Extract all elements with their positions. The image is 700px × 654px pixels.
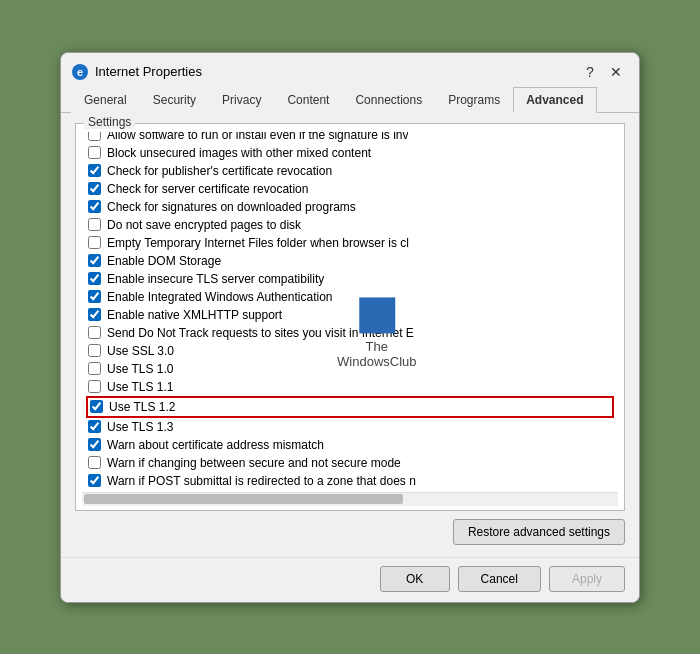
setting-checkbox[interactable]	[88, 132, 101, 142]
setting-item: Allow software to run or install even if…	[86, 132, 614, 144]
setting-label: Enable Integrated Windows Authentication	[107, 290, 332, 304]
setting-label: Use TLS 1.0	[107, 362, 173, 376]
setting-checkbox[interactable]	[88, 344, 101, 357]
setting-item: Warn about certificate address mismatch	[86, 436, 614, 454]
setting-checkbox[interactable]	[88, 146, 101, 159]
dialog-title: Internet Properties	[95, 64, 579, 79]
tab-content[interactable]: Content	[274, 87, 342, 113]
setting-checkbox[interactable]	[88, 182, 101, 195]
setting-item: Enable insecure TLS server compatibility	[86, 270, 614, 288]
setting-label: Warn about certificate address mismatch	[107, 438, 324, 452]
tab-connections[interactable]: Connections	[342, 87, 435, 113]
title-bar: e Internet Properties ? ✕	[61, 53, 639, 87]
setting-checkbox[interactable]	[88, 164, 101, 177]
setting-label: Check for publisher's certificate revoca…	[107, 164, 332, 178]
setting-item: Check for signatures on downloaded progr…	[86, 198, 614, 216]
tab-security[interactable]: Security	[140, 87, 209, 113]
setting-checkbox[interactable]	[88, 474, 101, 487]
internet-properties-dialog: e Internet Properties ? ✕ General Securi…	[60, 52, 640, 603]
setting-label: Use TLS 1.3	[107, 420, 173, 434]
setting-label: Send Do Not Track requests to sites you …	[107, 326, 414, 340]
setting-item: Send Do Not Track requests to sites you …	[86, 324, 614, 342]
tab-content-area: Settings Allow active content to run in …	[61, 113, 639, 557]
help-button[interactable]: ?	[579, 61, 601, 83]
settings-list[interactable]: Allow active content to run in files on …	[82, 132, 618, 492]
setting-checkbox[interactable]	[88, 326, 101, 339]
settings-group: Settings Allow active content to run in …	[75, 123, 625, 511]
setting-item: Check for publisher's certificate revoca…	[86, 162, 614, 180]
setting-checkbox[interactable]	[88, 308, 101, 321]
setting-checkbox[interactable]	[88, 290, 101, 303]
setting-item: Warn if changing between secure and not …	[86, 454, 614, 472]
setting-label: Use SSL 3.0	[107, 344, 174, 358]
svg-text:e: e	[77, 66, 83, 78]
setting-checkbox[interactable]	[88, 254, 101, 267]
setting-label: Use TLS 1.1	[107, 380, 173, 394]
setting-checkbox[interactable]	[90, 400, 103, 413]
setting-checkbox[interactable]	[88, 420, 101, 433]
setting-label: Empty Temporary Internet Files folder wh…	[107, 236, 409, 250]
cancel-button[interactable]: Cancel	[458, 566, 541, 592]
setting-label: Warn if changing between secure and not …	[107, 456, 401, 470]
setting-item: Block unsecured images with other mixed …	[86, 144, 614, 162]
setting-item: Enable Integrated Windows Authentication	[86, 288, 614, 306]
settings-legend: Settings	[84, 115, 135, 129]
setting-item: Empty Temporary Internet Files folder wh…	[86, 234, 614, 252]
setting-checkbox[interactable]	[88, 272, 101, 285]
setting-checkbox[interactable]	[88, 380, 101, 393]
setting-item: Check for server certificate revocation	[86, 180, 614, 198]
setting-item: Enable native XMLHTTP support	[86, 306, 614, 324]
setting-checkbox[interactable]	[88, 362, 101, 375]
setting-checkbox[interactable]	[88, 236, 101, 249]
setting-label: Do not save encrypted pages to disk	[107, 218, 301, 232]
tab-privacy[interactable]: Privacy	[209, 87, 274, 113]
setting-checkbox[interactable]	[88, 200, 101, 213]
ok-button[interactable]: OK	[380, 566, 450, 592]
setting-label: Enable DOM Storage	[107, 254, 221, 268]
setting-label: Warn if POST submittal is redirected to …	[107, 474, 416, 488]
setting-item: Enable DOM Storage	[86, 252, 614, 270]
setting-item: Use SSL 3.0	[86, 342, 614, 360]
setting-label: Allow software to run or install even if…	[107, 132, 408, 142]
restore-advanced-button[interactable]: Restore advanced settings	[453, 519, 625, 545]
setting-item: Use TLS 1.0	[86, 360, 614, 378]
close-button[interactable]: ✕	[605, 61, 627, 83]
settings-list-wrapper: Allow active content to run in files on …	[82, 132, 618, 506]
setting-label: Check for server certificate revocation	[107, 182, 308, 196]
button-row: OK Cancel Apply	[61, 557, 639, 602]
setting-label: Enable insecure TLS server compatibility	[107, 272, 324, 286]
setting-label: Check for signatures on downloaded progr…	[107, 200, 356, 214]
setting-item: Use TLS 1.2	[86, 396, 614, 418]
setting-checkbox[interactable]	[88, 456, 101, 469]
tab-programs[interactable]: Programs	[435, 87, 513, 113]
restore-row: Restore advanced settings	[75, 511, 625, 547]
tab-general[interactable]: General	[71, 87, 140, 113]
setting-checkbox[interactable]	[88, 438, 101, 451]
setting-label: Block unsecured images with other mixed …	[107, 146, 371, 160]
apply-button[interactable]: Apply	[549, 566, 625, 592]
dialog-icon: e	[71, 63, 89, 81]
setting-item: Warn if POST submittal is redirected to …	[86, 472, 614, 490]
setting-label: Enable native XMLHTTP support	[107, 308, 282, 322]
setting-label: Use TLS 1.2	[109, 400, 175, 414]
setting-item: Do not save encrypted pages to disk	[86, 216, 614, 234]
horizontal-scrollbar-area	[82, 492, 618, 506]
setting-item: Use TLS 1.3	[86, 418, 614, 436]
title-controls: ? ✕	[579, 61, 627, 83]
tab-advanced[interactable]: Advanced	[513, 87, 596, 113]
tab-bar: General Security Privacy Content Connect…	[61, 87, 639, 113]
horizontal-scrollbar-thumb[interactable]	[84, 494, 403, 504]
setting-item: Use TLS 1.1	[86, 378, 614, 396]
setting-checkbox[interactable]	[88, 218, 101, 231]
